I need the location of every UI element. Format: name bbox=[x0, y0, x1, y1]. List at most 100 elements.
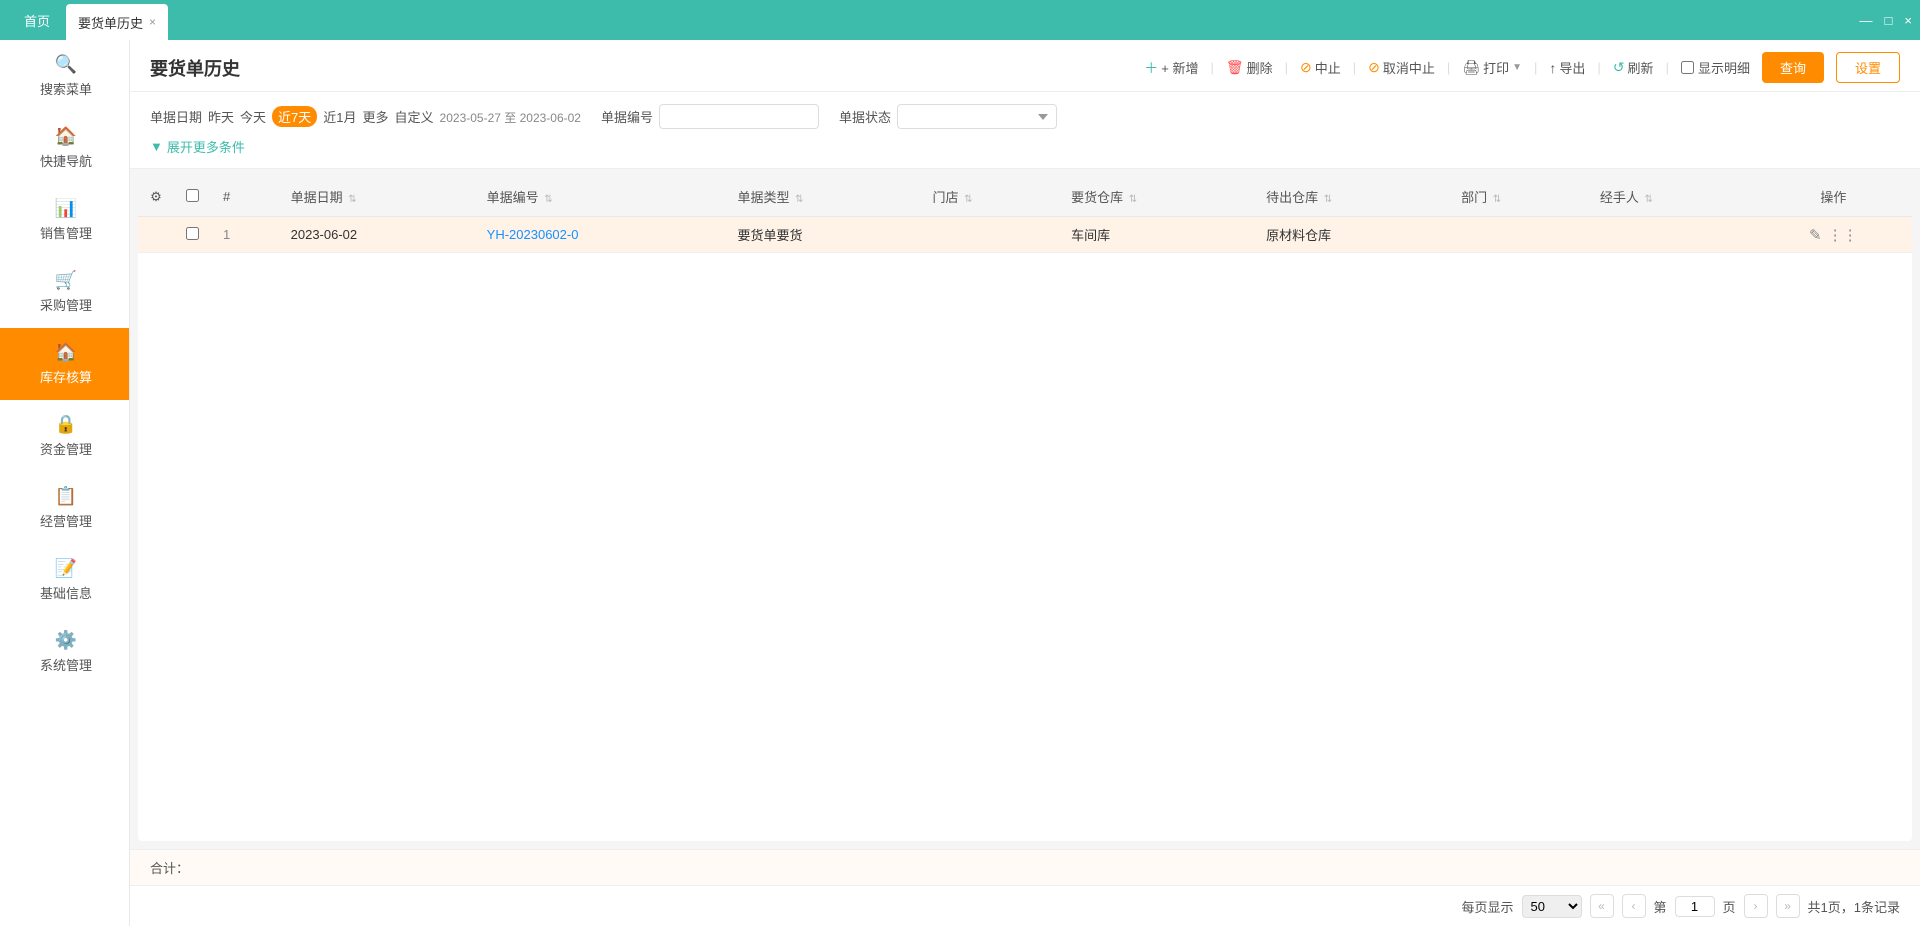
delete-icon: 🗑 bbox=[1226, 59, 1244, 76]
row-settings-col bbox=[138, 217, 174, 253]
header-actions: ＋ + 新增 | 🗑 删除 | ⊘ 中止 | ⊘ 取消中止 | bbox=[1144, 52, 1900, 83]
sidebar-item-label: 搜索菜单 bbox=[40, 79, 92, 98]
date-shortcut-custom[interactable]: 自定义 bbox=[395, 107, 434, 126]
active-tab-label: 要货单历史 bbox=[78, 13, 143, 32]
quicknav-icon: 🏠 bbox=[55, 126, 77, 147]
display-detail-label: 显示明细 bbox=[1698, 58, 1750, 77]
sidebar-item-purchase[interactable]: 🛒 采购管理 bbox=[0, 256, 129, 328]
sidebar-item-sales[interactable]: 📊 销售管理 bbox=[0, 184, 129, 256]
table-header-row: ⚙ # 单据日期 ⇅ 单据编号 ⇅ bbox=[138, 177, 1912, 217]
content-area: 要货单历史 ＋ + 新增 | 🗑 删除 | ⊘ 中止 | ⊘ bbox=[130, 40, 1920, 926]
date-shortcut-yesterday[interactable]: 昨天 bbox=[208, 107, 234, 126]
col-checkbox bbox=[174, 177, 211, 217]
delete-button[interactable]: 🗑 删除 bbox=[1226, 58, 1273, 77]
active-tab[interactable]: 要货单历史 × bbox=[66, 4, 168, 40]
first-page-button[interactable]: « bbox=[1590, 894, 1614, 918]
doc-number-label: 单据编号 bbox=[601, 107, 653, 126]
date-shortcut-1month[interactable]: 近1月 bbox=[323, 107, 356, 126]
home-tab[interactable]: 首页 bbox=[8, 0, 66, 40]
export-icon: ↑ bbox=[1549, 60, 1556, 76]
row-more-icon[interactable]: ⋮⋮ bbox=[1828, 226, 1858, 244]
col-department[interactable]: 部门 ⇅ bbox=[1449, 177, 1588, 217]
date-shortcut-today[interactable]: 今天 bbox=[240, 107, 266, 126]
print-button[interactable]: 🖨 打印 ▼ bbox=[1462, 58, 1522, 77]
dept-sort-icon: ⇅ bbox=[1493, 194, 1501, 205]
doc-status-select[interactable] bbox=[897, 104, 1057, 129]
doc-number-input[interactable] bbox=[659, 104, 819, 129]
col-req-warehouse[interactable]: 要货仓库 ⇅ bbox=[1059, 177, 1254, 217]
sidebar-item-quicknav[interactable]: 🏠 快捷导航 bbox=[0, 112, 129, 184]
system-icon: ⚙️ bbox=[55, 630, 77, 651]
print-icon: 🖨 bbox=[1462, 59, 1480, 76]
sidebar-item-basic[interactable]: 📝 基础信息 bbox=[0, 544, 129, 616]
row-num: 1 bbox=[211, 217, 279, 253]
col-handler[interactable]: 经手人 ⇅ bbox=[1588, 177, 1755, 217]
sidebar-item-system[interactable]: ⚙️ 系统管理 bbox=[0, 616, 129, 688]
per-page-select[interactable]: 50 10 20 100 bbox=[1522, 895, 1582, 918]
next-page-button[interactable]: › bbox=[1744, 894, 1768, 918]
sidebar-item-label: 经营管理 bbox=[40, 511, 92, 530]
summary-label: 合计： bbox=[150, 858, 189, 877]
sidebar-item-inventory[interactable]: 🏠 库存核算 bbox=[0, 328, 129, 400]
row-docno-link[interactable]: YH-20230602-0 bbox=[487, 227, 579, 242]
new-button[interactable]: ＋ + 新增 bbox=[1144, 58, 1198, 78]
col-docno[interactable]: 单据编号 ⇅ bbox=[475, 177, 726, 217]
row-ops-col: ✎ ⋮⋮ bbox=[1755, 217, 1912, 253]
close-window-icon[interactable]: × bbox=[1904, 13, 1912, 28]
doctype-sort-icon: ⇅ bbox=[795, 194, 803, 205]
sales-icon: 📊 bbox=[55, 198, 77, 219]
close-tab-icon[interactable]: × bbox=[149, 15, 156, 29]
sidebar-item-search[interactable]: 🔍 搜索菜单 bbox=[0, 40, 129, 112]
prev-page-button[interactable]: ‹ bbox=[1622, 894, 1646, 918]
row-checkbox-col bbox=[174, 217, 211, 253]
search-menu-icon: 🔍 bbox=[55, 54, 77, 75]
page-input[interactable] bbox=[1675, 896, 1715, 917]
store-sort-icon: ⇅ bbox=[964, 194, 972, 205]
col-doctype[interactable]: 单据类型 ⇅ bbox=[725, 177, 920, 217]
filter-row: 单据日期 昨天 今天 近7天 近1月 更多 自定义 2023-05-27 至 2… bbox=[150, 104, 1900, 129]
maximize-icon[interactable]: □ bbox=[1885, 13, 1893, 28]
setting-button[interactable]: 设置 bbox=[1836, 52, 1900, 83]
main-layout: 🔍 搜索菜单 🏠 快捷导航 📊 销售管理 🛒 采购管理 🏠 库存核算 🔒 资金管… bbox=[0, 40, 1920, 926]
purchase-icon: 🛒 bbox=[55, 270, 77, 291]
last-page-button[interactable]: » bbox=[1776, 894, 1800, 918]
select-all-checkbox[interactable] bbox=[186, 189, 199, 202]
export-button[interactable]: ↑ 导出 bbox=[1549, 58, 1585, 77]
col-store[interactable]: 门店 ⇅ bbox=[920, 177, 1059, 217]
new-icon: ＋ bbox=[1144, 58, 1158, 78]
sidebar-item-label: 库存核算 bbox=[40, 367, 92, 386]
data-table: ⚙ # 单据日期 ⇅ 单据编号 ⇅ bbox=[138, 177, 1912, 253]
display-detail-checkbox-group: 显示明细 bbox=[1681, 58, 1750, 77]
row-edit-icon[interactable]: ✎ bbox=[1809, 226, 1822, 244]
cancel-stop-button[interactable]: ⊘ 取消中止 bbox=[1368, 58, 1435, 77]
chevron-down-icon: ▼ bbox=[150, 139, 163, 154]
query-button[interactable]: 查询 bbox=[1762, 52, 1824, 83]
top-bar: 首页 要货单历史 × — □ × bbox=[0, 0, 1920, 40]
minimize-icon[interactable]: — bbox=[1860, 13, 1873, 28]
row-checkbox[interactable] bbox=[186, 227, 199, 240]
total-info: 共1页，1条记录 bbox=[1808, 897, 1900, 916]
finance-icon: 🔒 bbox=[55, 414, 77, 435]
sidebar-item-label: 销售管理 bbox=[40, 223, 92, 242]
sidebar-item-operations[interactable]: 📋 经营管理 bbox=[0, 472, 129, 544]
sidebar-item-label: 采购管理 bbox=[40, 295, 92, 314]
col-date[interactable]: 单据日期 ⇅ bbox=[279, 177, 475, 217]
col-pending-warehouse[interactable]: 待出仓库 ⇅ bbox=[1254, 177, 1449, 217]
row-ops-icons: ✎ ⋮⋮ bbox=[1767, 226, 1900, 244]
col-settings[interactable]: ⚙ bbox=[138, 177, 174, 217]
doc-status-label: 单据状态 bbox=[839, 107, 891, 126]
sidebar-item-label: 基础信息 bbox=[40, 583, 92, 602]
stop-button[interactable]: ⊘ 中止 bbox=[1300, 58, 1341, 77]
docno-sort-icon: ⇅ bbox=[544, 194, 552, 205]
refresh-button[interactable]: ↺ 刷新 bbox=[1613, 58, 1654, 77]
table-footer: 合计： bbox=[130, 849, 1920, 885]
display-detail-checkbox[interactable] bbox=[1681, 61, 1694, 74]
reqwh-sort-icon: ⇅ bbox=[1129, 194, 1137, 205]
page-label: 第 bbox=[1654, 897, 1667, 916]
sidebar-item-label: 快捷导航 bbox=[40, 151, 92, 170]
date-shortcut-7days[interactable]: 近7天 bbox=[272, 106, 317, 127]
expand-more-button[interactable]: ▼ 展开更多条件 bbox=[150, 137, 1900, 156]
doc-number-filter-item: 单据编号 bbox=[601, 104, 819, 129]
sidebar-item-finance[interactable]: 🔒 资金管理 bbox=[0, 400, 129, 472]
date-shortcut-more[interactable]: 更多 bbox=[363, 107, 389, 126]
